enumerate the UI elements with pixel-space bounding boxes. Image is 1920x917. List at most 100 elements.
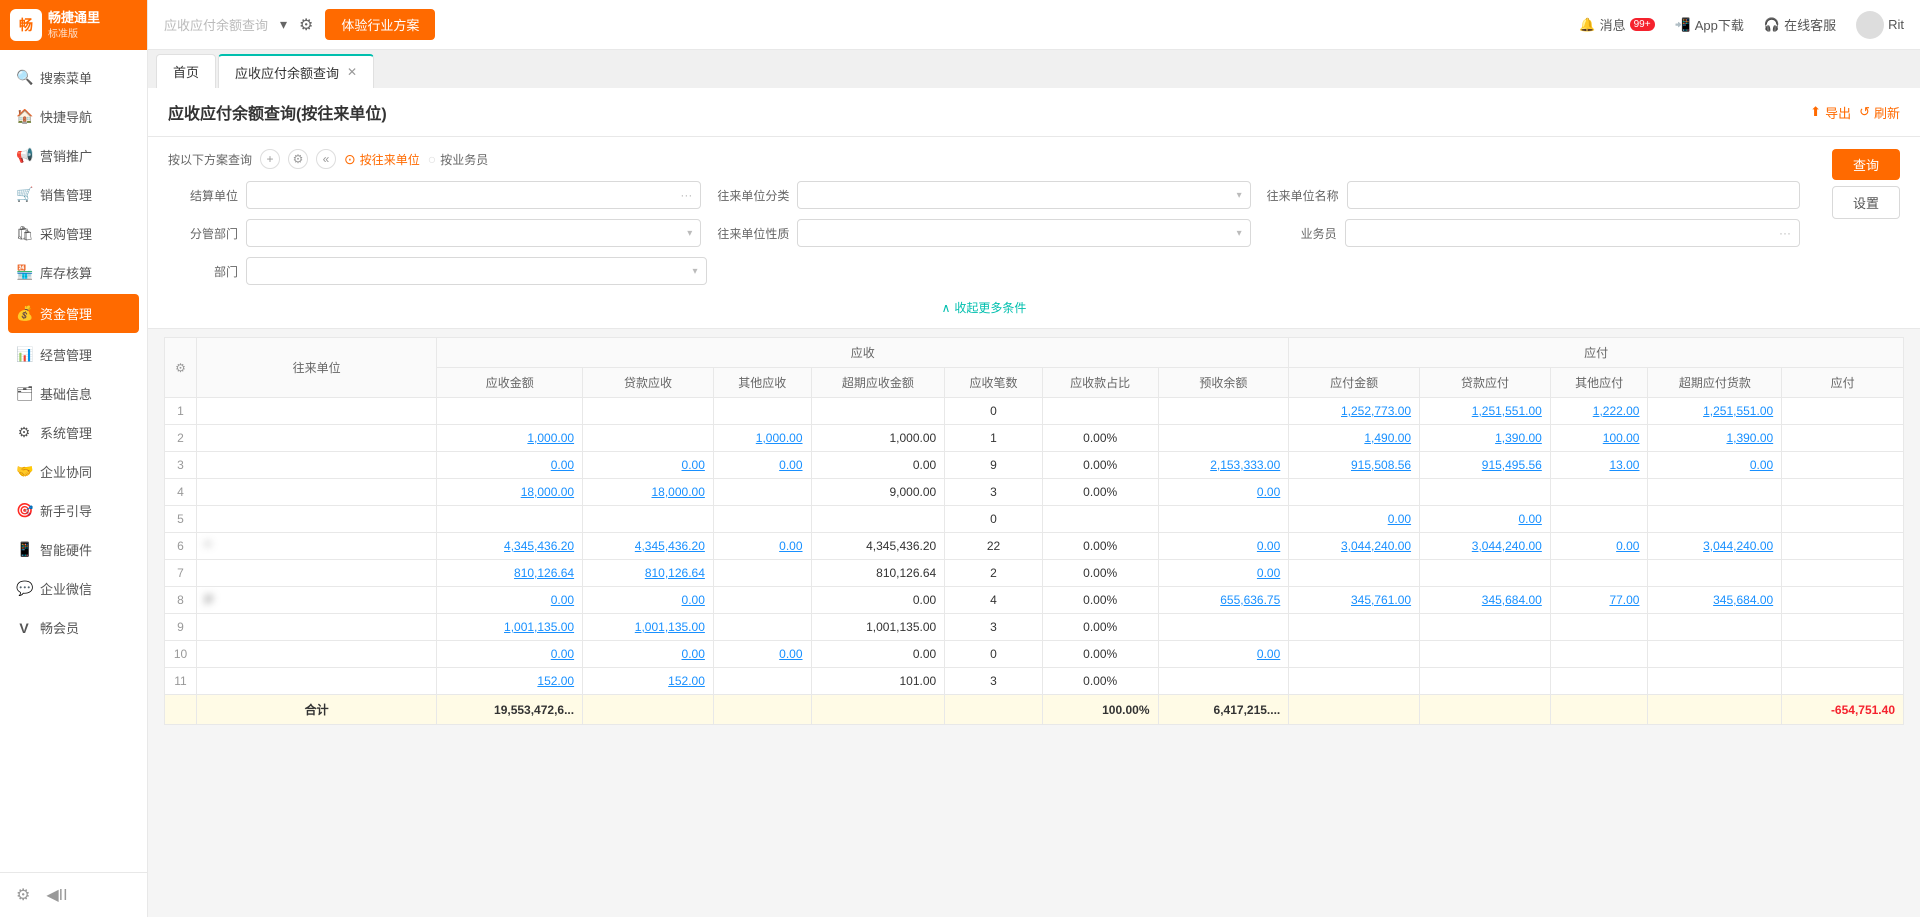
col-header: 应收金额 [437,368,583,398]
gear-icon[interactable]: ⚙ [299,15,313,35]
salesman-input[interactable]: ··· [1345,219,1800,247]
sidebar-item-wechat[interactable]: 💬 企业微信 [0,569,147,608]
cell-value: 0.00 [437,587,583,614]
sidebar-item-operation[interactable]: 📊 经营管理 [0,335,147,374]
cell-value: 0.00 [1158,560,1289,587]
sidebar-item-finance[interactable]: 💰 资金管理 [8,294,139,333]
scheme-options: ⊙ 按往来单位 ○ 按业务员 [344,151,488,168]
add-scheme-button[interactable]: + [260,149,280,169]
collapse-button[interactable]: ∧ 收起更多条件 [168,299,1800,316]
cell-value: 4,345,436.20 [583,533,714,560]
search-icon: 🔍 [16,69,32,86]
table-row: 101,252,773.001,251,551.001,222.001,251,… [165,398,1904,425]
unit-col-header: 往来单位 [197,338,437,398]
finance-icon: 💰 [16,305,32,322]
marketing-icon: 📢 [16,147,32,164]
cell-value: 1,001,135.00 [583,614,714,641]
settings-icon[interactable]: ⚙ [16,885,30,905]
collapse-scheme-button[interactable]: « [316,149,336,169]
cell-value [1289,560,1420,587]
cell-value: 0.00 [1550,533,1648,560]
cell-value: 0.00% [1042,533,1158,560]
cell-value [1420,668,1551,695]
dept-input[interactable]: ▾ [246,219,701,247]
inventory-icon: 🏪 [16,264,32,281]
cell-value: 0.00 [1289,506,1420,533]
tab-home[interactable]: 首页 [156,54,216,88]
sidebar-item-label: 资金管理 [40,304,92,323]
cell-value: 1,490.00 [1289,425,1420,452]
sidebar-item-system[interactable]: ⚙ 系统管理 [0,413,147,452]
ap-group-header: 应付 [1289,338,1904,368]
collapse-icon[interactable]: ◀II [46,885,67,905]
scheme-by-salesman[interactable]: ○ 按业务员 [428,151,488,168]
scheme-by-unit[interactable]: ⊙ 按往来单位 [344,151,420,168]
unit-nature-input[interactable]: ▾ [797,219,1250,247]
cell-value: 152.00 [583,668,714,695]
cell-value [1420,614,1551,641]
sidebar-item-label: 系统管理 [40,423,92,442]
cell-value [1550,479,1648,506]
row-number: 10 [165,641,197,668]
settings-scheme-button[interactable]: ⚙ [288,149,308,169]
cell-value: 9,000.00 [811,479,945,506]
sidebar-item-corp[interactable]: 🤝 企业协同 [0,452,147,491]
cell-value [1550,506,1648,533]
filter-row-2: 分管部门 ▾ 往来单位性质 ▾ 业务员 [168,219,1800,247]
sidebar-item-quick[interactable]: 🏠 快捷导航 [0,97,147,136]
unit-name [197,425,437,452]
sidebar-item-hardware[interactable]: 📱 智能硬件 [0,530,147,569]
row-number: 9 [165,614,197,641]
unit-category-input[interactable]: ▾ [797,181,1250,209]
notice-button[interactable]: 🔔 消息 99+ [1579,15,1654,34]
export-button[interactable]: ⬆ 导出 [1810,103,1851,122]
online-service-button[interactable]: 🎧 在线客服 [1764,15,1836,34]
solution-button[interactable]: 体验行业方案 [325,9,435,40]
sidebar-item-basic[interactable]: 🗂 基础信息 [0,374,147,413]
cell-value [1782,425,1904,452]
filter-area: 按以下方案查询 + ⚙ « ⊙ 按往来单位 ○ 按业务员 [148,137,1920,329]
sidebar-item-search[interactable]: 🔍 搜索菜单 [0,58,147,97]
cell-value: 3,044,240.00 [1420,533,1551,560]
notice-badge: 99+ [1630,18,1655,31]
unit-name-input[interactable] [1347,181,1800,209]
total-value: 6,417,215.... [1158,695,1289,725]
cell-value: 3,044,240.00 [1648,533,1782,560]
app-download-button[interactable]: 📲 App下载 [1675,15,1744,34]
department-input[interactable]: ▾ [246,257,707,285]
settlement-input[interactable]: ··· [246,181,701,209]
sidebar: 畅 畅捷通里 标准版 🔍 搜索菜单 🏠 快捷导航 📢 营销推广 🛒 销售管理 🛍… [0,0,148,917]
refresh-button[interactable]: ↺ 刷新 [1859,103,1900,122]
user-profile[interactable]: Rit [1856,11,1904,39]
cell-value: 2 [945,560,1043,587]
set-button[interactable]: 设置 [1832,186,1900,219]
col-header: 贷款应收 [583,368,714,398]
cell-value: 810,126.64 [811,560,945,587]
settings-col[interactable]: ⚙ [165,338,197,398]
department-label: 部门 [168,263,238,280]
chevron-up-icon: ∧ [942,301,951,315]
sidebar-item-vip[interactable]: V 畅会员 [0,608,147,647]
cell-value [583,398,714,425]
tab-close-icon[interactable]: ✕ [347,65,357,79]
query-button[interactable]: 查询 [1832,149,1900,180]
page-title: 应收应付余额查询(按往来单位) [168,100,387,136]
cell-value [583,425,714,452]
sidebar-item-label: 企业协同 [40,462,92,481]
tab-ar-ap-label: 应收应付余额查询 [235,63,339,82]
tab-ar-ap[interactable]: 应收应付余额查询 ✕ [218,54,374,88]
total-value [1550,695,1648,725]
cell-value [1550,668,1648,695]
total-value [713,695,811,725]
cell-value: 0.00 [1158,479,1289,506]
sidebar-item-purchase[interactable]: 🛍 采购管理 [0,214,147,253]
dept-label: 分管部门 [168,225,238,242]
dropdown-icon[interactable]: ▾ [280,16,287,33]
sidebar-item-inventory[interactable]: 🏪 库存核算 [0,253,147,292]
sidebar-item-marketing[interactable]: 📢 营销推广 [0,136,147,175]
vip-icon: V [16,620,32,636]
sidebar-item-guide[interactable]: 🎯 新手引导 [0,491,147,530]
table-area: ⚙ 往来单位 应收 应付 应收金额贷款应收其他应收超期应收金额应收笔数应收款占比… [148,329,1920,917]
table-row: 418,000.0018,000.009,000.0030.00%0.00 [165,479,1904,506]
sidebar-item-sales[interactable]: 🛒 销售管理 [0,175,147,214]
